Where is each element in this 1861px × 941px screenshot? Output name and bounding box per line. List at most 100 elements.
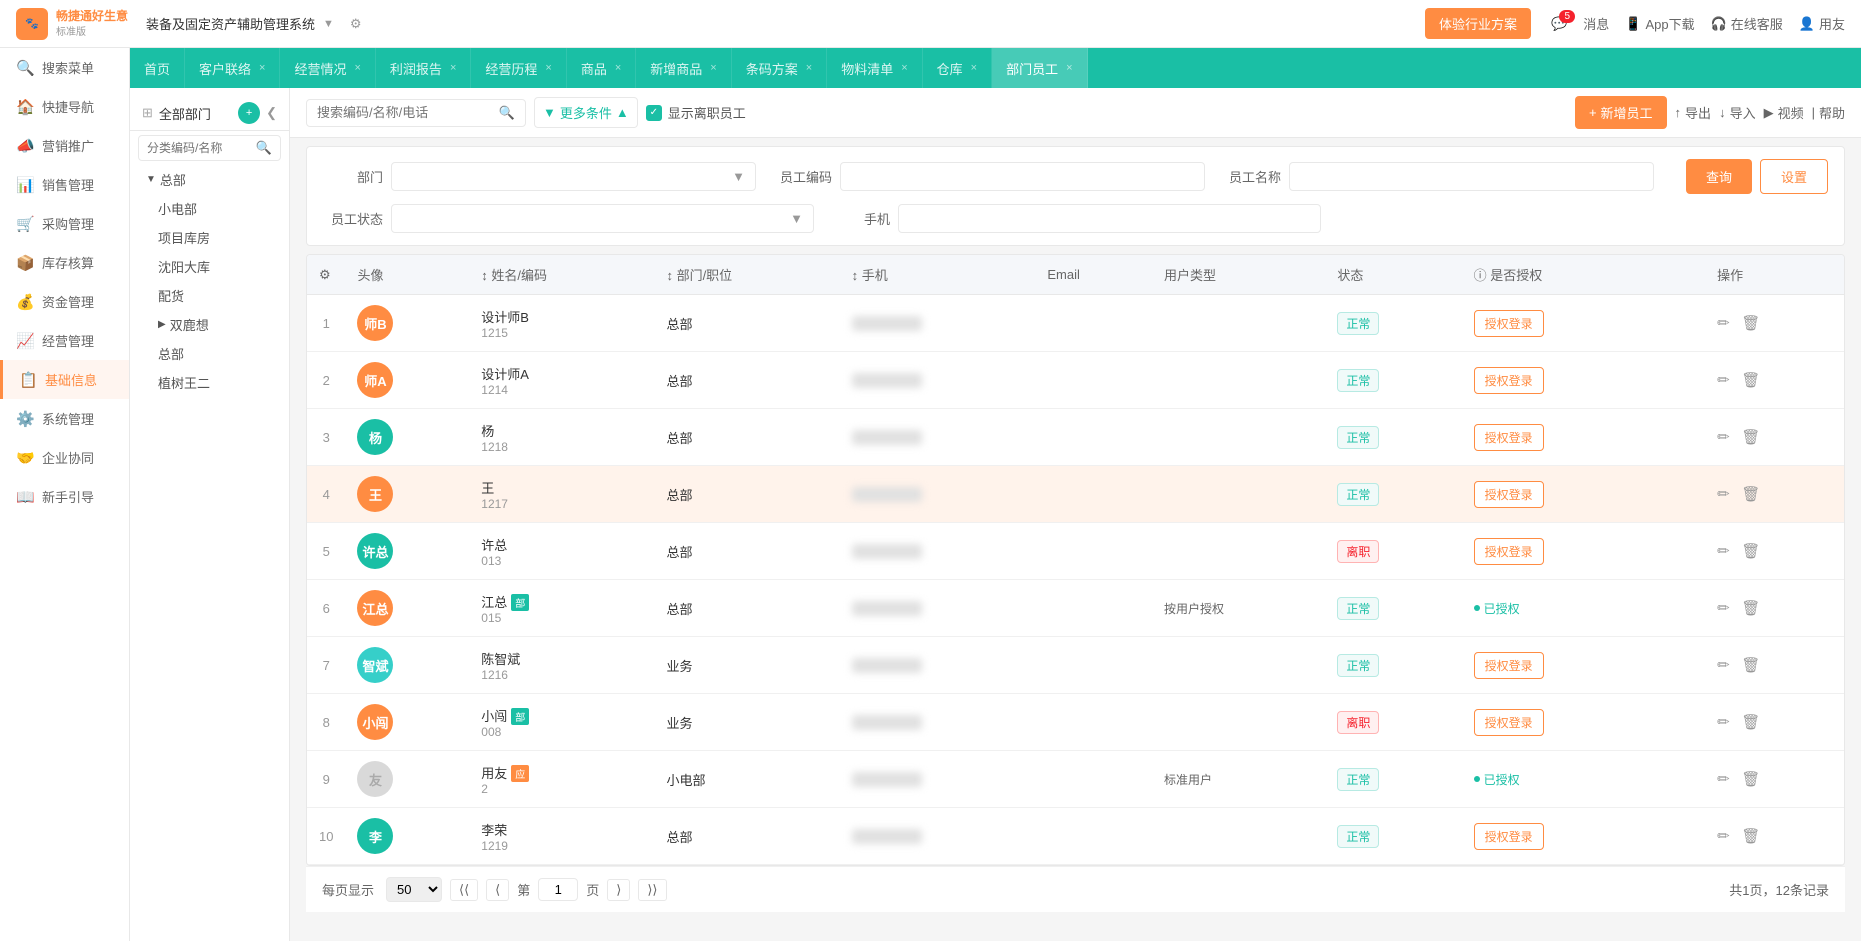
tab-history-close[interactable]: × <box>545 62 551 74</box>
edit-button[interactable]: ✏ <box>1717 828 1730 845</box>
tab-operation[interactable]: 经营情况 × <box>280 48 375 88</box>
tab-dept-staff[interactable]: 部门员工 × <box>992 48 1087 88</box>
app-download-link[interactable]: 📱 App下载 <box>1625 14 1694 33</box>
delete-button[interactable]: 🗑 <box>1741 429 1760 446</box>
edit-button[interactable]: ✏ <box>1717 429 1730 446</box>
auth-login-button[interactable]: 授权登录 <box>1474 367 1544 394</box>
delete-button[interactable]: 🗑 <box>1741 828 1760 845</box>
tab-history[interactable]: 经营历程 × <box>471 48 566 88</box>
tab-new-goods[interactable]: 新增商品 × <box>636 48 731 88</box>
tab-customer[interactable]: 客户联络 × <box>185 48 280 88</box>
edit-button[interactable]: ✏ <box>1717 543 1730 560</box>
first-page-btn[interactable]: ⟨⟨ <box>450 879 478 901</box>
edit-button[interactable]: ✏ <box>1717 600 1730 617</box>
tab-home[interactable]: 首页 <box>130 48 185 88</box>
tab-barcode-close[interactable]: × <box>806 62 812 74</box>
sidebar-item-operation[interactable]: 📈 经营管理 <box>0 321 129 360</box>
auth-login-button[interactable]: 授权登录 <box>1474 823 1544 850</box>
dept-node-zongbu[interactable]: 总部 <box>130 339 289 368</box>
import-button[interactable]: ↓ 导入 <box>1719 103 1756 122</box>
system-arrow-icon[interactable]: ▼ <box>323 18 334 30</box>
sidebar-item-system[interactable]: ⚙️ 系统管理 <box>0 399 129 438</box>
auth-login-button[interactable]: 授权登录 <box>1474 652 1544 679</box>
edit-button[interactable]: ✏ <box>1717 372 1730 389</box>
delete-button[interactable]: 🗑 <box>1741 600 1760 617</box>
emp-name-input[interactable] <box>1289 162 1654 191</box>
tab-new-goods-close[interactable]: × <box>710 62 716 74</box>
sidebar-item-inventory[interactable]: 📦 库存核算 <box>0 243 129 282</box>
sidebar-item-basic[interactable]: 📋 基础信息 <box>0 360 129 399</box>
edit-button[interactable]: ✏ <box>1717 315 1730 332</box>
user-avatar[interactable]: 👤 用友 <box>1799 14 1845 33</box>
delete-button[interactable]: 🗑 <box>1741 372 1760 389</box>
export-button[interactable]: ↑ 导出 <box>1675 103 1712 122</box>
tab-profit-close[interactable]: × <box>450 62 456 74</box>
tab-goods-close[interactable]: × <box>615 62 621 74</box>
dept-search-input[interactable] <box>147 141 252 155</box>
auth-login-button[interactable]: 授权登录 <box>1474 538 1544 565</box>
delete-button[interactable]: 🗑 <box>1741 771 1760 788</box>
tab-barcode[interactable]: 条码方案 × <box>732 48 827 88</box>
delete-button[interactable]: 🗑 <box>1741 486 1760 503</box>
tab-warehouse-close[interactable]: × <box>971 62 977 74</box>
delete-button[interactable]: 🗑 <box>1741 714 1760 731</box>
per-page-select[interactable]: 50 100 200 <box>386 877 442 902</box>
prev-page-btn[interactable]: ⟨ <box>486 879 509 901</box>
online-service-link[interactable]: 🎧 在线客服 <box>1711 14 1783 33</box>
auth-login-button[interactable]: 授权登录 <box>1474 424 1544 451</box>
auth-login-button[interactable]: 授权登录 <box>1474 481 1544 508</box>
sidebar-item-purchase[interactable]: 🛒 采购管理 <box>0 204 129 243</box>
show-resigned-toggle[interactable]: ✓ 显示离职员工 <box>646 103 746 122</box>
reset-button[interactable]: 设置 <box>1760 159 1828 194</box>
sidebar-item-sales[interactable]: 📊 销售管理 <box>0 165 129 204</box>
show-resigned-checkbox[interactable]: ✓ <box>646 105 662 121</box>
dept-select[interactable]: ▼ <box>391 162 756 191</box>
tab-profit[interactable]: 利润报告 × <box>376 48 471 88</box>
sidebar-item-marketing[interactable]: 📣 营销推广 <box>0 126 129 165</box>
delete-button[interactable]: 🗑 <box>1741 543 1760 560</box>
help-link[interactable]: | 帮助 <box>1812 103 1845 122</box>
last-page-btn[interactable]: ⟩⟩ <box>638 879 666 901</box>
tab-warehouse[interactable]: 仓库 × <box>923 48 992 88</box>
add-employee-button[interactable]: + 新增员工 <box>1575 96 1667 129</box>
sidebar-item-finance[interactable]: 💰 资金管理 <box>0 282 129 321</box>
edit-button[interactable]: ✏ <box>1717 657 1730 674</box>
tab-dept-staff-close[interactable]: × <box>1066 62 1072 74</box>
dept-node-shuanglu[interactable]: ▶ 双鹿想 <box>130 310 289 339</box>
emp-code-input[interactable] <box>840 162 1205 191</box>
add-dept-icon[interactable]: + <box>238 102 260 124</box>
collapse-dept-icon[interactable]: ❮ <box>266 105 277 121</box>
tab-bom-close[interactable]: × <box>901 62 907 74</box>
sidebar-item-nav[interactable]: 🏠 快捷导航 <box>0 87 129 126</box>
delete-button[interactable]: 🗑 <box>1741 315 1760 332</box>
edit-button[interactable]: ✏ <box>1717 486 1730 503</box>
message-icon[interactable]: 💬 5 <box>1551 16 1567 32</box>
sidebar-item-search[interactable]: 🔍 搜索菜单 <box>0 48 129 87</box>
dept-node-peihuo[interactable]: 配货 <box>130 281 289 310</box>
sidebar-item-guide[interactable]: 📖 新手引导 <box>0 477 129 516</box>
dept-node-shenyang[interactable]: 沈阳大库 <box>130 252 289 281</box>
tab-bom[interactable]: 物料清单 × <box>827 48 922 88</box>
dept-node-xiangmu[interactable]: 项目库房 <box>130 223 289 252</box>
dept-node-zongbu-parent[interactable]: ▼ 总部 <box>130 165 289 194</box>
tab-goods[interactable]: 商品 × <box>567 48 636 88</box>
video-link[interactable]: ▶ 视频 <box>1764 103 1804 122</box>
dept-node-xiaodibu[interactable]: 小电部 <box>130 194 289 223</box>
sidebar-item-collab[interactable]: 🤝 企业协同 <box>0 438 129 477</box>
tab-operation-close[interactable]: × <box>354 62 360 74</box>
auth-login-button[interactable]: 授权登录 <box>1474 310 1544 337</box>
trial-button[interactable]: 体验行业方案 <box>1425 8 1531 39</box>
delete-button[interactable]: 🗑 <box>1741 657 1760 674</box>
more-filter-button[interactable]: ▼ 更多条件 ▲ <box>534 97 638 128</box>
phone-input[interactable] <box>898 204 1321 233</box>
settings-gear-icon[interactable]: ⚙ <box>350 16 362 32</box>
search-input[interactable] <box>317 105 493 120</box>
page-input[interactable] <box>538 878 578 901</box>
query-button[interactable]: 查询 <box>1686 159 1752 194</box>
tab-customer-close[interactable]: × <box>259 62 265 74</box>
edit-button[interactable]: ✏ <box>1717 714 1730 731</box>
dept-node-zhishu[interactable]: 植树王二 <box>130 368 289 397</box>
auth-login-button[interactable]: 授权登录 <box>1474 709 1544 736</box>
edit-button[interactable]: ✏ <box>1717 771 1730 788</box>
next-page-btn[interactable]: ⟩ <box>607 879 630 901</box>
